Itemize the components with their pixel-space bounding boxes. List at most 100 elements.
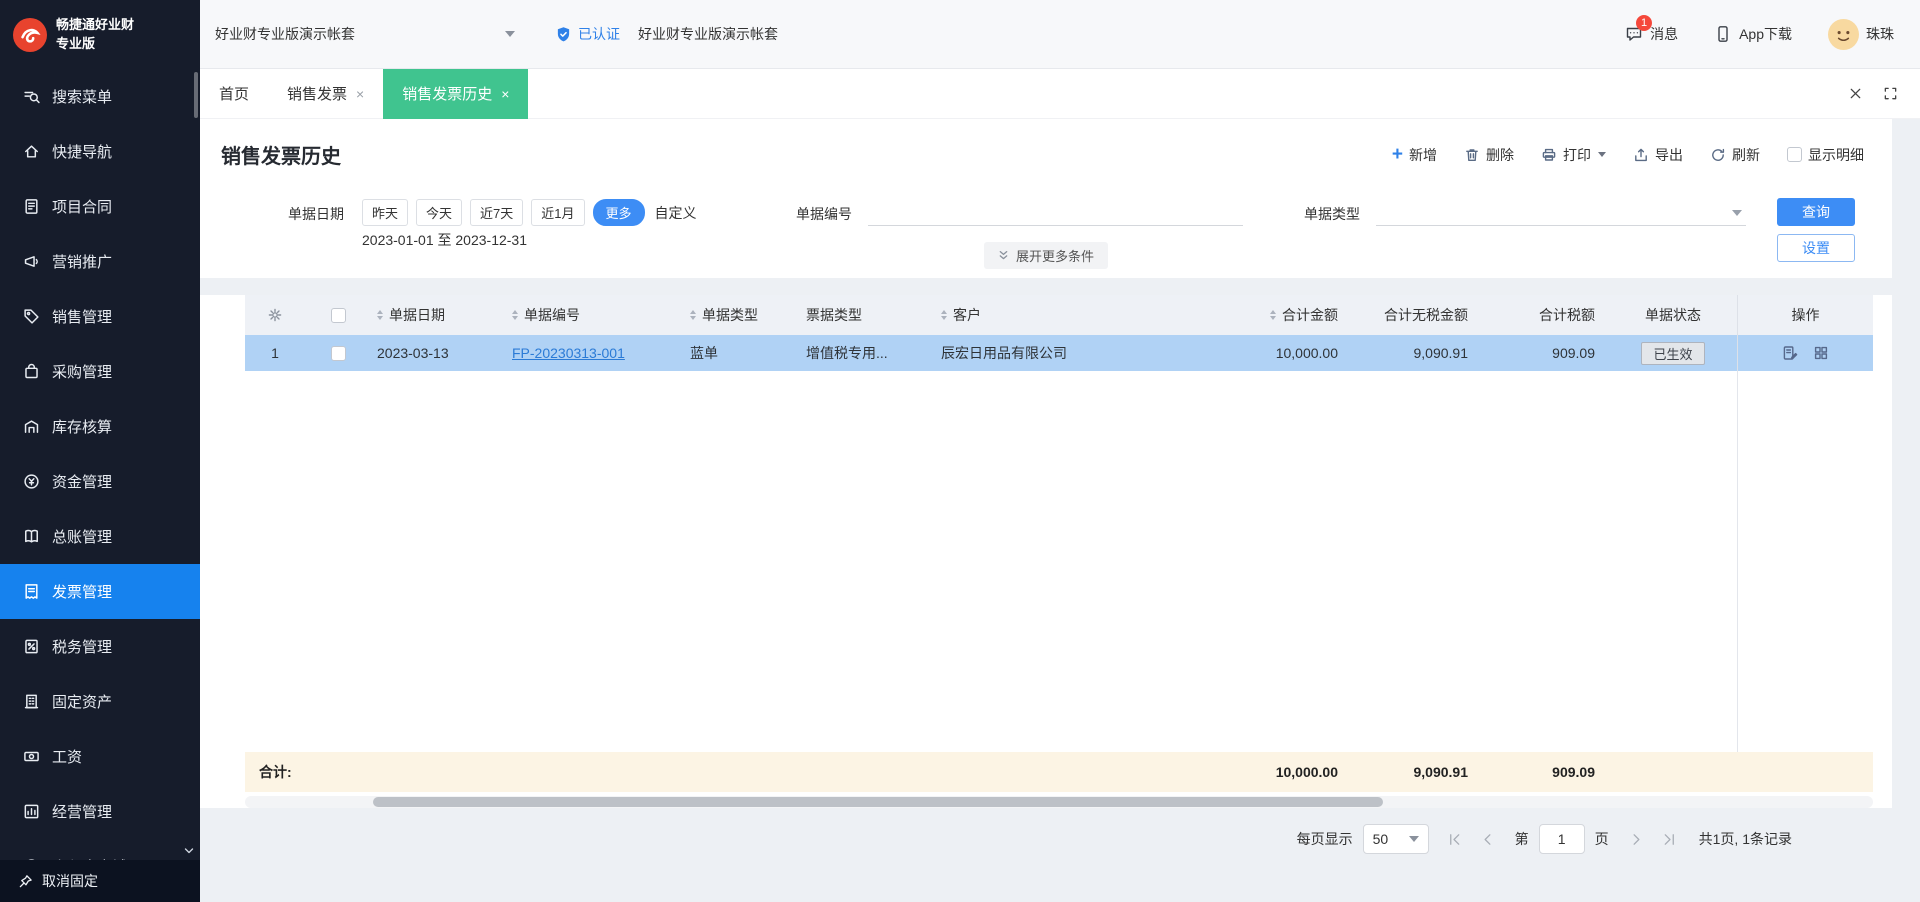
quick-custom[interactable]: 自定义 [652,199,699,226]
header-status[interactable]: 单据状态 [1609,295,1737,335]
cell-total-amount: 10,000.00 [1275,345,1338,361]
per-page-select[interactable]: 50 [1362,824,1429,854]
messages-button[interactable]: 1 消息 [1625,15,1678,44]
chart-icon [24,804,39,819]
sidebar-item-sales[interactable]: 销售管理 [0,289,200,344]
show-detail-toggle[interactable]: 显示明细 [1787,145,1864,165]
first-page-icon[interactable] [1447,832,1462,847]
table-empty-space [245,371,1873,752]
pagination-bar: 每页显示 50 第 页 共1页, 1条记录 [200,824,1892,854]
avatar [1828,18,1859,50]
export-icon [1635,148,1647,161]
certified-badge[interactable]: 已认证 [555,24,620,44]
quick-yesterday[interactable]: 昨天 [362,199,409,226]
sidebar-item-project-contract[interactable]: 项目合同 [0,179,200,234]
row-edit-doc-icon[interactable] [1782,345,1798,361]
header-total-no-tax[interactable]: 合计无税金额 [1352,295,1482,335]
sidebar-item-marketing[interactable]: 营销推广 [0,234,200,289]
sidebar-scroll-down-icon[interactable] [183,842,195,858]
sort-icon [512,310,518,320]
sidebar-item-salary[interactable]: 工资 [0,729,200,784]
main-column: 好业财专业版演示帐套 已认证 好业财专业版演示帐套 1 消息 App下载 珠珠 … [200,0,1920,902]
sidebar-item-operations[interactable]: 经营管理 [0,784,200,839]
tab-sales-invoice[interactable]: 销售发票 × [268,69,383,119]
row-checkbox[interactable] [330,345,346,361]
doc-type-select[interactable] [1376,196,1746,226]
next-page-icon[interactable] [1629,832,1644,847]
print-button[interactable]: 打印 [1541,145,1606,165]
sidebar: 畅捷通好业财 专业版 搜索菜单 快捷导航 项目合同 营销推广 销售管理 采购管理… [0,0,200,902]
tab-close-icon[interactable]: × [356,87,364,101]
sidebar-item-funds[interactable]: 资金管理 [0,454,200,509]
sidebar-item-label: 工资 [52,749,83,766]
unpin-sidebar-button[interactable]: 取消固定 [0,860,200,902]
date-range-value[interactable]: 2023-01-01 至 2023-12-31 [362,230,527,250]
header-total-amount[interactable]: 合计金额 [1230,295,1352,335]
header-doc-type[interactable]: 单据类型 [684,295,800,335]
delete-button[interactable]: 删除 [1464,145,1514,165]
user-menu[interactable]: 珠珠 [1828,18,1894,50]
page-content: 销售发票历史 + 新增 删除 打印 导出 刷新 显示明细 单据日期 昨天 今天 … [200,119,1920,902]
add-button[interactable]: + 新增 [1392,145,1437,165]
sidebar-item-quick-nav[interactable]: 快捷导航 [0,124,200,179]
table-row[interactable]: 1 2023-03-13 FP-20230313-001 蓝单 增值税专用...… [245,335,1873,371]
export-button[interactable]: 导出 [1633,145,1683,165]
tab-sales-invoice-history[interactable]: 销售发票历史 × [383,68,529,119]
row-more-grid-icon[interactable] [1813,345,1829,361]
unpin-label: 取消固定 [42,873,98,889]
show-detail-checkbox[interactable] [1787,147,1802,162]
header-label: 票据类型 [806,307,862,323]
sidebar-item-inventory[interactable]: 库存核算 [0,399,200,454]
cell-doc-no: FP-20230313-001 [506,335,684,371]
header-customer[interactable]: 客户 [935,295,1230,335]
column-settings-button[interactable] [245,295,305,335]
header-doc-no[interactable]: 单据编号 [506,295,684,335]
page-number-input[interactable] [1538,824,1585,854]
select-all-checkbox[interactable] [330,307,346,323]
sidebar-item-fixed-assets[interactable]: 固定资产 [0,674,200,729]
sidebar-item-invoice[interactable]: 发票管理 [0,564,200,619]
header-label: 合计金额 [1282,307,1338,323]
header-total-tax[interactable]: 合计税额 [1482,295,1609,335]
tab-label: 首页 [219,86,250,103]
sidebar-item-general-ledger[interactable]: 总账管理 [0,509,200,564]
table-panel: 单据日期 单据编号 单据类型 票据类型 客户 合计金额 合计无税金额 合计税额 … [200,295,1892,808]
expand-more-label: 展开更多条件 [1015,249,1095,264]
expand-more-conditions-button[interactable]: 展开更多条件 [983,242,1109,269]
header-label: 单据日期 [389,307,445,323]
per-page-label: 每页显示 [1296,831,1353,847]
header-invoice-type[interactable]: 票据类型 [800,295,935,335]
prev-page-icon[interactable] [1480,832,1495,847]
coin-icon [24,474,39,489]
sidebar-item-search-menu[interactable]: 搜索菜单 [0,69,200,124]
account-set-selector[interactable]: 好业财专业版演示帐套 [215,24,515,44]
horizontal-scrollbar[interactable] [245,796,1873,808]
cell-status: 已生效 [1609,335,1737,371]
sidebar-item-miniapp[interactable]: 小程序商城 [0,839,200,860]
horizontal-scrollbar-thumb[interactable] [373,797,1383,807]
sidebar-item-tax[interactable]: 税务管理 [0,619,200,674]
megaphone-icon [24,256,38,267]
sidebar-item-purchase[interactable]: 采购管理 [0,344,200,399]
quick-today[interactable]: 今天 [416,199,463,226]
header-doc-date[interactable]: 单据日期 [371,295,506,335]
refresh-button[interactable]: 刷新 [1710,145,1760,165]
sidebar-item-label: 发票管理 [52,584,113,601]
app-download-button[interactable]: App下载 [1714,24,1792,44]
quick-last-month[interactable]: 近1月 [531,199,585,226]
sidebar-item-label: 营销推广 [52,254,113,271]
close-all-tabs-icon[interactable] [1848,86,1863,101]
quick-more-selected[interactable]: 更多 [592,199,645,226]
search-button[interactable]: 查询 [1777,198,1855,226]
fullscreen-icon[interactable] [1883,86,1898,101]
header-label: 合计无税金额 [1384,307,1468,323]
doc-no-link[interactable]: FP-20230313-001 [512,345,625,361]
settings-button[interactable]: 设置 [1777,234,1855,262]
quick-last7days[interactable]: 近7天 [470,199,524,226]
tab-close-icon[interactable]: × [501,87,509,101]
last-page-icon[interactable] [1662,832,1677,847]
tab-home[interactable]: 首页 [200,69,268,119]
doc-no-input[interactable] [868,196,1243,226]
refresh-label: 刷新 [1732,146,1760,163]
sidebar-scrollbar[interactable] [194,72,198,118]
